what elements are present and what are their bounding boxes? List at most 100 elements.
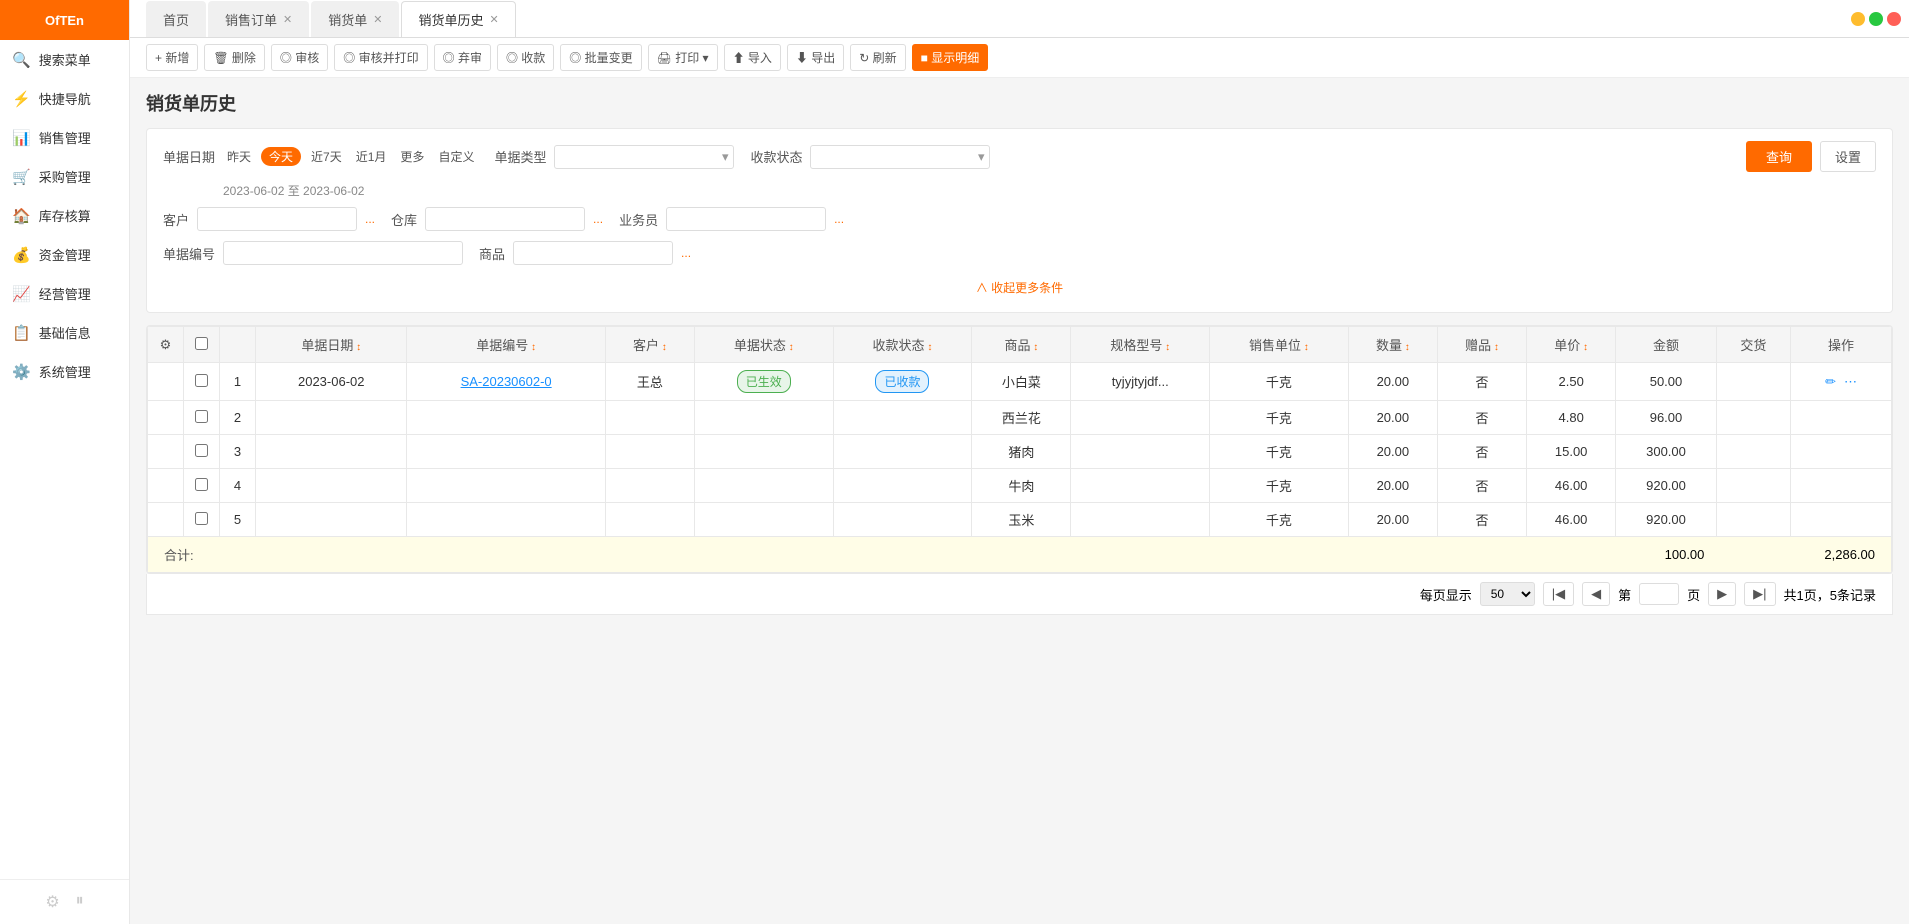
col-gear[interactable]: ⚙ [148,327,184,363]
audit-button[interactable]: ◎ 审核 [271,44,328,71]
row-number[interactable]: SA-20230602-0 [407,363,605,401]
sidebar-item-system[interactable]: ⚙️ 系统管理 [0,352,129,391]
tab-close-sales-history[interactable]: ✕ [490,13,499,26]
row-checkbox[interactable] [184,363,220,401]
more-action[interactable]: ⋯ [1840,372,1861,391]
sidebar-item-sales[interactable]: 📊 销售管理 [0,118,129,157]
row-goods: 牛肉 [972,469,1071,503]
next-page-button[interactable]: ▶ [1708,582,1736,606]
pause-icon[interactable]: ⏸ [76,892,84,912]
pagination: 每页显示 50 100 |◀ ◀ 第 1 页 ▶ ▶| 共1页，5条记录 [146,574,1893,615]
col-customer[interactable]: 客户 [605,327,694,363]
window-maximize[interactable] [1869,12,1883,26]
shortcut-7days[interactable]: 近7天 [307,146,346,167]
row-action[interactable] [1791,401,1892,435]
col-doc-status[interactable]: 单据状态 [694,327,833,363]
audit-print-button[interactable]: ◎ 审核并打印 [334,44,427,71]
batch-change-button[interactable]: ◎ 批量变更 [560,44,641,71]
tab-home[interactable]: 首页 [146,1,206,37]
row-price: 4.80 [1527,401,1616,435]
shortcut-custom[interactable]: 自定义 [434,146,478,167]
warehouse-ellipsis[interactable]: ... [593,212,603,226]
sidebar-item-operation[interactable]: 📈 经营管理 [0,274,129,313]
sidebar-item-basic[interactable]: 📋 基础信息 [0,313,129,352]
row-checkbox[interactable] [184,401,220,435]
col-goods[interactable]: 商品 [972,327,1071,363]
col-quantity[interactable]: 数量 [1348,327,1437,363]
col-spec[interactable]: 规格型号 [1071,327,1210,363]
row-action[interactable] [1791,503,1892,537]
query-button[interactable]: 查询 [1746,141,1812,172]
first-page-button[interactable]: |◀ [1543,582,1574,606]
shortcut-1month[interactable]: 近1月 [352,146,391,167]
sidebar-item-finance[interactable]: 💰 资金管理 [0,235,129,274]
refresh-button[interactable]: ↻ 刷新 [850,44,905,71]
col-number[interactable]: 单据编号 [407,327,605,363]
payment-status-select[interactable] [810,145,990,169]
import-button[interactable]: ⬆ 导入 [724,44,781,71]
row-quantity: 20.00 [1348,401,1437,435]
tab-sales-goods[interactable]: 销货单 ✕ [311,1,399,37]
delete-button[interactable]: 🗑 删除 [204,44,265,71]
customer-ellipsis[interactable]: ... [365,212,375,226]
tab-close-sales-order[interactable]: ✕ [283,13,292,26]
collapse-filter-button[interactable]: ∧ 收起更多条件 [163,275,1876,300]
sidebar-item-purchase[interactable]: 🛒 采购管理 [0,157,129,196]
row-number[interactable] [407,503,605,537]
tab-sales-order[interactable]: 销售订单 ✕ [208,1,309,37]
per-page-select[interactable]: 50 100 [1480,582,1535,606]
shortcut-yesterday[interactable]: 昨天 [223,146,255,167]
window-close[interactable] [1887,12,1901,26]
collect-button[interactable]: ◎ 收款 [497,44,554,71]
abandon-button[interactable]: ◎ 弃审 [434,44,491,71]
row-action[interactable] [1791,469,1892,503]
customer-input[interactable] [197,207,357,231]
show-detail-button[interactable]: ■ 显示明细 [912,44,989,71]
col-index [220,327,256,363]
shortcut-more[interactable]: 更多 [396,146,428,167]
row-action[interactable]: ✏⋯ [1791,363,1892,401]
page-input[interactable]: 1 [1639,583,1679,605]
shortcut-today[interactable]: 今天 [261,147,301,166]
salesman-input[interactable] [666,207,826,231]
sidebar-item-shortcuts[interactable]: ⚡ 快捷导航 [0,79,129,118]
sidebar-item-search[interactable]: 🔍 搜索菜单 [0,40,129,79]
toolbar: + 新增 🗑 删除 ◎ 审核 ◎ 审核并打印 ◎ 弃审 ◎ 收款 ◎ 批量变更 … [130,38,1909,78]
settings-icon[interactable]: ⚙ [45,892,59,912]
col-price[interactable]: 单价 [1527,327,1616,363]
col-checkbox[interactable] [184,327,220,363]
row-checkbox[interactable] [184,435,220,469]
window-minimize[interactable] [1851,12,1865,26]
row-checkbox[interactable] [184,469,220,503]
goods-ellipsis[interactable]: ... [681,246,691,260]
filter-settings-button[interactable]: 设置 [1820,141,1876,172]
page-label-after: 页 [1687,585,1700,604]
doc-type-select[interactable] [554,145,734,169]
col-unit[interactable]: 销售单位 [1210,327,1349,363]
col-date[interactable]: 单据日期 [256,327,407,363]
goods-input[interactable] [513,241,673,265]
page-label-before: 第 [1618,585,1631,604]
sidebar-item-inventory[interactable]: 🏠 库存核算 [0,196,129,235]
prev-page-button[interactable]: ◀ [1582,582,1610,606]
col-gift[interactable]: 赠品 [1437,327,1526,363]
basic-icon: 📋 [12,324,31,342]
salesman-ellipsis[interactable]: ... [834,212,844,226]
row-action[interactable] [1791,435,1892,469]
export-button[interactable]: ⬇ 导出 [787,44,844,71]
tab-sales-history[interactable]: 销货单历史 ✕ [401,1,515,37]
row-number[interactable] [407,469,605,503]
doc-number-input[interactable] [223,241,463,265]
row-checkbox[interactable] [184,503,220,537]
last-page-button[interactable]: ▶| [1744,582,1775,606]
print-button[interactable]: 🖨 打印 ▾ [648,44,718,71]
col-pay-status[interactable]: 收款状态 [833,327,972,363]
tab-close-sales-goods[interactable]: ✕ [373,13,382,26]
edit-action[interactable]: ✏ [1821,372,1840,391]
select-all-checkbox[interactable] [195,337,208,350]
gear-icon[interactable]: ⚙ [160,337,172,352]
row-number[interactable] [407,401,605,435]
new-button[interactable]: + 新增 [146,44,198,71]
row-number[interactable] [407,435,605,469]
warehouse-input[interactable] [425,207,585,231]
